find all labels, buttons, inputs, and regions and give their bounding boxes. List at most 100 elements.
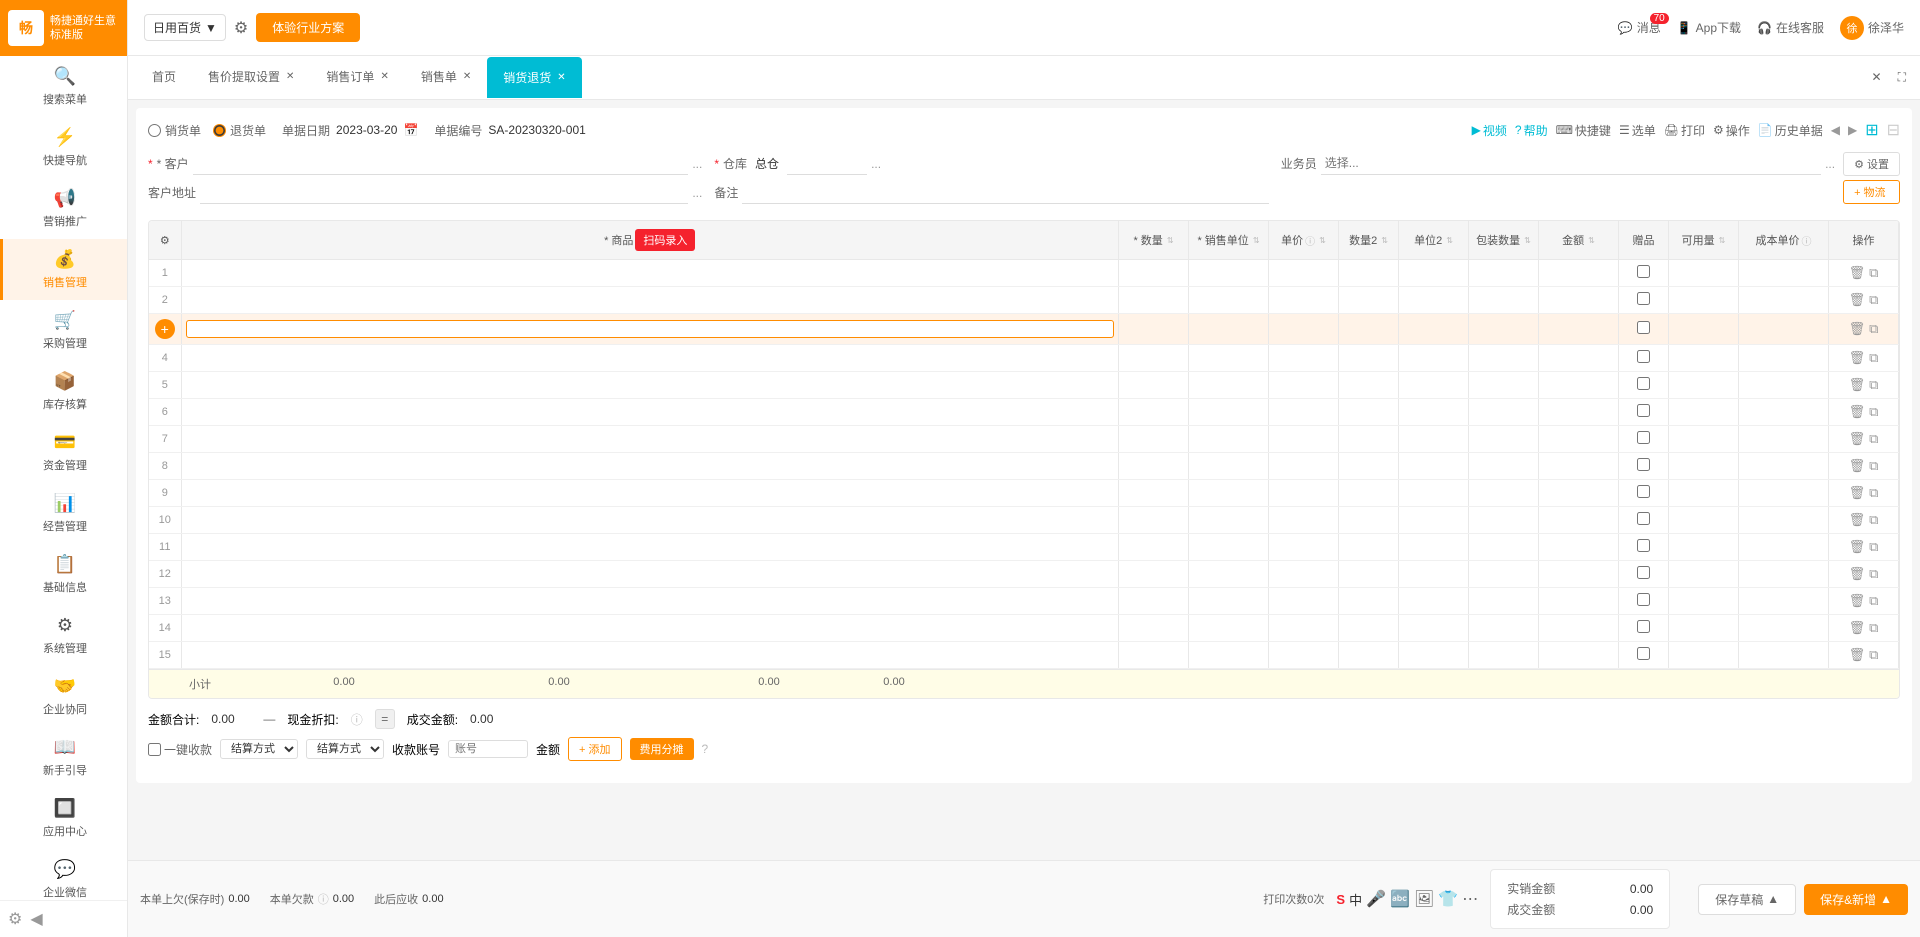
qty2-cell-9[interactable] [1339,480,1399,507]
row-delete-7[interactable]: 🗑 [1849,431,1866,447]
gift-check-5[interactable] [1637,377,1650,390]
daily-goods-select[interactable]: 日用百货 ▼ [144,14,226,41]
cost-cell-9[interactable] [1739,480,1829,507]
price-cell-6[interactable] [1269,399,1339,426]
salesperson-input[interactable] [1321,152,1821,175]
gift-check-15[interactable] [1637,647,1650,660]
online-service[interactable]: 🎧 在线客服 [1757,19,1824,36]
unit2-cell-4[interactable] [1399,345,1469,372]
qty2-cell-4[interactable] [1339,345,1399,372]
one-click-payment[interactable]: 一键收款 [148,741,212,758]
gift-cell-11[interactable] [1619,534,1669,561]
product-cell-8[interactable] [181,453,1119,480]
qty2-cell-15[interactable] [1339,642,1399,669]
amount-cell-7[interactable] [1539,426,1619,453]
tab-close-all[interactable]: ✕ [1866,68,1888,87]
pack-cell-1[interactable] [1469,260,1539,287]
gift-cell-12[interactable] [1619,561,1669,588]
mic-icon[interactable]: 🎤 [1366,889,1386,909]
qty-sort[interactable]: ⇅ [1167,236,1174,245]
product-cell-5[interactable] [181,372,1119,399]
avail-cell-10[interactable] [1669,507,1739,534]
amount-cell-8[interactable] [1539,453,1619,480]
gift-cell-9[interactable] [1619,480,1669,507]
nav-prev-icon[interactable]: ◀ [1831,123,1840,137]
amount-cell-13[interactable] [1539,588,1619,615]
price-cell-8[interactable] [1269,453,1339,480]
scan-btn[interactable]: 扫码录入 [635,229,695,251]
gift-cell-1[interactable] [1619,260,1669,287]
unit-cell-12[interactable] [1189,561,1269,588]
user-info[interactable]: 徐 徐泽华 [1840,16,1904,40]
row-copy-11[interactable]: ⧉ [1869,539,1878,555]
price-cell-9[interactable] [1269,480,1339,507]
qty-cell-9[interactable] [1119,480,1189,507]
unit-cell-10[interactable] [1189,507,1269,534]
qty2-cell-3[interactable] [1339,314,1399,345]
price-cell-4[interactable] [1269,345,1339,372]
gift-check-4[interactable] [1637,350,1650,363]
qty2-cell-6[interactable] [1339,399,1399,426]
row-delete-12[interactable]: 🗑 [1849,566,1866,582]
unit-cell-13[interactable] [1189,588,1269,615]
row-delete-3[interactable]: 🗑 [1849,321,1866,337]
avail-cell-12[interactable] [1669,561,1739,588]
unit2-cell-5[interactable] [1399,372,1469,399]
unit2-sort[interactable]: ⇅ [1446,236,1453,245]
price-cell-3[interactable] [1269,314,1339,345]
gift-check-9[interactable] [1637,485,1650,498]
unit2-cell-8[interactable] [1399,453,1469,480]
sidebar-item-11[interactable]: 📖新手引导 [0,727,127,788]
salesperson-select-btn[interactable]: ... [1825,157,1835,171]
pack-cell-10[interactable] [1469,507,1539,534]
sidebar-item-5[interactable]: 📦库存核算 [0,361,127,422]
list-view-icon[interactable]: ⊞ [1865,120,1878,140]
qty-cell-8[interactable] [1119,453,1189,480]
gift-cell-15[interactable] [1619,642,1669,669]
gift-cell-4[interactable] [1619,345,1669,372]
qty2-cell-1[interactable] [1339,260,1399,287]
address-input[interactable] [200,181,688,204]
avail-cell-14[interactable] [1669,615,1739,642]
row-copy-10[interactable]: ⧉ [1869,512,1878,528]
customer-select-btn[interactable]: ... [692,157,702,171]
qty-cell-15[interactable] [1119,642,1189,669]
tab-4[interactable]: 销货退货✕ [487,57,581,98]
avail-cell-8[interactable] [1669,453,1739,480]
cost-cell-5[interactable] [1739,372,1829,399]
cost-cell-10[interactable] [1739,507,1829,534]
setting-button[interactable]: ⚙ 设置 [1843,152,1900,176]
unit-cell-3[interactable] [1189,314,1269,345]
one-click-checkbox[interactable] [148,743,161,756]
price-cell-15[interactable] [1269,642,1339,669]
tab-close-2[interactable]: ✕ [380,71,388,82]
qty2-cell-12[interactable] [1339,561,1399,588]
row-copy-7[interactable]: ⧉ [1869,431,1878,447]
unit-cell-4[interactable] [1189,345,1269,372]
pack-cell-2[interactable] [1469,287,1539,314]
amount-cell-6[interactable] [1539,399,1619,426]
unit-cell-8[interactable] [1189,453,1269,480]
cost-cell-8[interactable] [1739,453,1829,480]
row-copy-13[interactable]: ⧉ [1869,593,1878,609]
unit-sort[interactable]: ⇅ [1253,236,1260,245]
gift-check-2[interactable] [1637,292,1650,305]
gift-cell-14[interactable] [1619,615,1669,642]
cost-cell-15[interactable] [1739,642,1829,669]
product-cell-11[interactable] [181,534,1119,561]
qty2-cell-11[interactable] [1339,534,1399,561]
dots-icon[interactable]: ⋯ [1462,889,1478,909]
sidebar-item-2[interactable]: 📢营销推广 [0,178,127,239]
amount-cell-2[interactable] [1539,287,1619,314]
qty2-sort[interactable]: ⇅ [1381,236,1388,245]
sidebar-item-3[interactable]: 💰销售管理 [0,239,127,300]
product-cell-4[interactable] [181,345,1119,372]
unit2-cell-2[interactable] [1399,287,1469,314]
amount-cell-10[interactable] [1539,507,1619,534]
sidebar-item-1[interactable]: ⚡快捷导航 [0,117,127,178]
pack-cell-14[interactable] [1469,615,1539,642]
sidebar-item-7[interactable]: 📊经营管理 [0,483,127,544]
row-delete-10[interactable]: 🗑 [1849,512,1866,528]
qty-cell-7[interactable] [1119,426,1189,453]
select-btn[interactable]: ☰ 选单 [1619,122,1656,139]
